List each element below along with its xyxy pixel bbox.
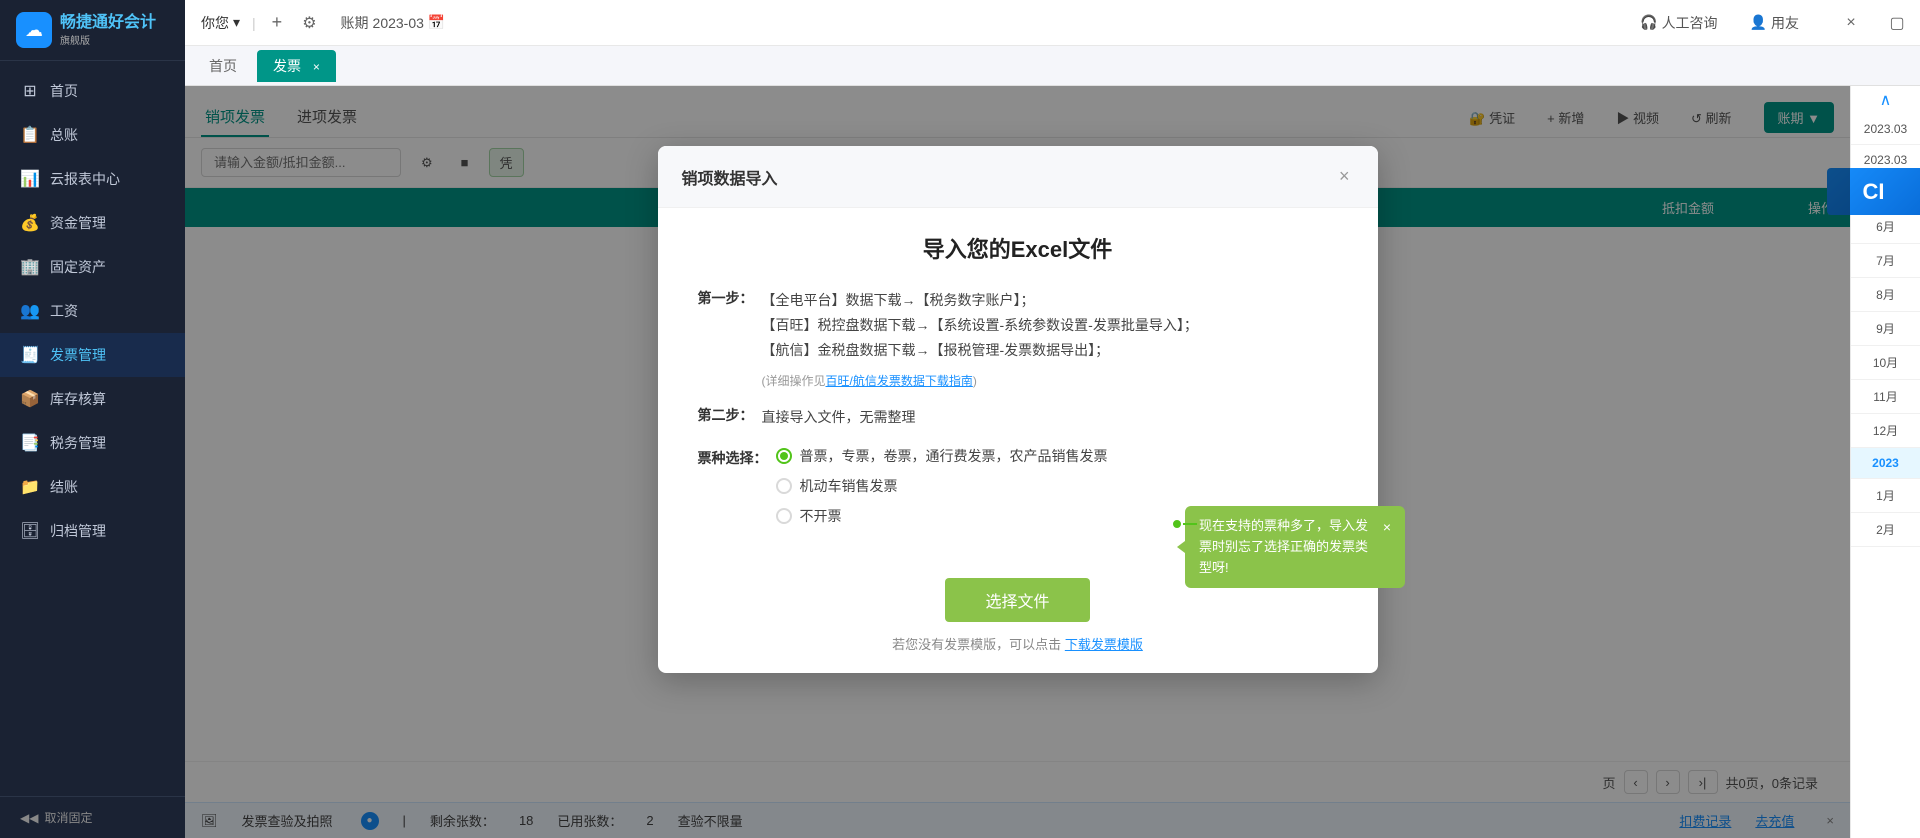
- radio-selected: [776, 448, 792, 464]
- sidebar-item-label: 税务管理: [50, 433, 106, 453]
- ticket-option-0[interactable]: 普票，专票，卷票，通行费发票，农产品销售发票: [776, 446, 1108, 466]
- assets-icon: 🏢: [20, 257, 40, 277]
- sidebar-nav: ⊞ 首页 📋 总账 📊 云报表中心 💰 资金管理 🏢 固定资产 👥 工资: [0, 61, 185, 796]
- tooltip-bubble: × 现在支持的票种多了，导入发票时别忘了选择正确的发票类型呀!: [1185, 506, 1405, 588]
- timeline-item-10[interactable]: 2023: [1851, 448, 1920, 479]
- closing-icon: 📁: [20, 477, 40, 497]
- sidebar-item-inventory[interactable]: 📦 库存核算: [0, 377, 185, 421]
- sidebar-item-invoice[interactable]: 🧾 发票管理: [0, 333, 185, 377]
- timeline-scroll-up[interactable]: ∧: [1851, 86, 1920, 114]
- tab-close-icon[interactable]: ×: [313, 60, 320, 74]
- timeline-item-4[interactable]: 7月: [1851, 244, 1920, 278]
- timeline-item-7[interactable]: 10月: [1851, 346, 1920, 380]
- sidebar-item-assets[interactable]: 🏢 固定资产: [0, 245, 185, 289]
- sidebar-item-closing[interactable]: 📁 结账: [0, 465, 185, 509]
- timeline-item-9[interactable]: 12月: [1851, 414, 1920, 448]
- sidebar-item-home[interactable]: ⊞ 首页: [0, 69, 185, 113]
- sidebar: ☁ 畅捷通好会计 旗舰版 ⊞ 首页 📋 总账 📊 云报表中心 💰 资金管理: [0, 0, 185, 838]
- inventory-icon: 📦: [20, 389, 40, 409]
- sidebar-item-label: 工资: [50, 301, 78, 321]
- modal-header: 销项数据导入 ×: [658, 146, 1378, 208]
- timeline-item-5[interactable]: 8月: [1851, 278, 1920, 312]
- modal-overlay: 销项数据导入 × 导入您的Excel文件 第一步： 【全电平台】数据下载→【税务…: [185, 86, 1850, 838]
- tax-icon: 📑: [20, 433, 40, 453]
- step1-label: 第一步：: [698, 288, 754, 308]
- download-template-link[interactable]: 下载发票模版: [1065, 637, 1143, 652]
- timeline-item-11[interactable]: 1月: [1851, 479, 1920, 513]
- tooltip-close-button[interactable]: ×: [1383, 516, 1391, 538]
- modal-main-title: 导入您的Excel文件: [698, 232, 1338, 264]
- ticket-options: 普票，专票，卷票，通行费发票，农产品销售发票 机动车销售发票 不开票: [776, 446, 1108, 526]
- step2-row: 第二步： 直接导入文件，无需整理: [698, 405, 1338, 430]
- radio-unselected-2: [776, 508, 792, 524]
- tabs-bar: 首页 发票 ×: [185, 46, 1920, 86]
- cloud-icon: 📊: [20, 169, 40, 189]
- sidebar-item-archive[interactable]: 🗄 归档管理: [0, 509, 185, 553]
- ticket-option-2[interactable]: 不开票: [776, 506, 1108, 526]
- tab-invoice[interactable]: 发票 ×: [257, 50, 336, 82]
- step1-row: 第一步： 【全电平台】数据下载→【税务数字账户】； 【百旺】税控盘数据下载→【系…: [698, 288, 1338, 393]
- sidebar-item-finance[interactable]: 💰 资金管理: [0, 201, 185, 245]
- top-bar: 你您 ▾ | + ⚙ 账期 2023-03 📅 🎧 人工咨询 👤 用友: [185, 0, 1920, 46]
- timeline-item-3[interactable]: 6月: [1851, 210, 1920, 244]
- logo-badge: 旗舰版: [60, 32, 156, 47]
- tooltip-line: [1183, 523, 1197, 525]
- step2-label: 第二步：: [698, 405, 754, 425]
- import-modal: 销项数据导入 × 导入您的Excel文件 第一步： 【全电平台】数据下载→【税务…: [658, 146, 1378, 673]
- main-area: 你您 ▾ | + ⚙ 账期 2023-03 📅 🎧 人工咨询 👤 用友: [185, 0, 1920, 838]
- ticket-label: 票种选择：: [698, 448, 768, 468]
- sidebar-item-ledger[interactable]: 📋 总账: [0, 113, 185, 157]
- sidebar-item-payroll[interactable]: 👥 工资: [0, 289, 185, 333]
- sidebar-item-label: 资金管理: [50, 213, 106, 233]
- sidebar-item-label: 首页: [50, 81, 78, 101]
- consult-button[interactable]: 🎧 人工咨询: [1640, 13, 1717, 33]
- archive-icon: 🗄: [20, 521, 40, 541]
- tooltip-dot: [1171, 518, 1183, 530]
- settings-button[interactable]: ⚙: [298, 9, 320, 37]
- ledger-icon: 📋: [20, 125, 40, 145]
- ticket-option-1[interactable]: 机动车销售发票: [776, 476, 1108, 496]
- home-icon: ⊞: [20, 81, 40, 101]
- sidebar-item-tax[interactable]: 📑 税务管理: [0, 421, 185, 465]
- payroll-icon: 👥: [20, 301, 40, 321]
- timeline-item-6[interactable]: 9月: [1851, 312, 1920, 346]
- sidebar-item-label: 总账: [50, 125, 78, 145]
- sidebar-item-cloud[interactable]: 📊 云报表中心: [0, 157, 185, 201]
- select-file-button[interactable]: 选择文件: [945, 578, 1089, 622]
- user-button[interactable]: 👤 用友: [1750, 13, 1799, 33]
- logo-icon: ☁: [16, 12, 52, 48]
- logo-text: 畅捷通好会计: [60, 13, 156, 32]
- tab-home[interactable]: 首页: [193, 50, 253, 82]
- guide-link[interactable]: 百旺/航信发票数据下载指南: [826, 374, 973, 388]
- invoice-icon: 🧾: [20, 345, 40, 365]
- modal-title: 销项数据导入: [682, 165, 778, 189]
- sidebar-item-label: 云报表中心: [50, 169, 120, 189]
- radio-unselected: [776, 478, 792, 494]
- window-maximize-btn[interactable]: ▢: [1874, 0, 1920, 46]
- timeline-item-0[interactable]: 2023.03: [1851, 114, 1920, 145]
- content-area: 销项发票 进项发票 🔐 凭证 + 新增 ▶ 视频 ↺ 刷新 账期 ▼: [185, 86, 1920, 838]
- timeline-item-12[interactable]: 2月: [1851, 513, 1920, 547]
- finance-icon: 💰: [20, 213, 40, 233]
- sidebar-item-label: 结账: [50, 477, 78, 497]
- window-close-btn[interactable]: ×: [1828, 0, 1874, 46]
- sidebar-item-label: 归档管理: [50, 521, 106, 541]
- template-hint: 若您没有发票模版，可以点击 下载发票模版: [682, 634, 1354, 653]
- sidebar-item-label: 发票管理: [50, 345, 106, 365]
- page-content: 销项发票 进项发票 🔐 凭证 + 新增 ▶ 视频 ↺ 刷新 账期 ▼: [185, 86, 1850, 838]
- period-display: 账期 2023-03 📅: [341, 13, 446, 33]
- modal-close-button[interactable]: ×: [1335, 162, 1354, 191]
- timeline-item-8[interactable]: 11月: [1851, 380, 1920, 414]
- step1-content: 【全电平台】数据下载→【税务数字账户】； 【百旺】税控盘数据下载→【系统设置-系…: [762, 288, 1198, 393]
- sidebar-footer[interactable]: ◀◀ 取消固定: [0, 796, 185, 838]
- sidebar-logo: ☁ 畅捷通好会计 旗舰版: [0, 0, 185, 61]
- sidebar-item-label: 库存核算: [50, 389, 106, 409]
- sidebar-item-label: 固定资产: [50, 257, 106, 277]
- company-selector[interactable]: 你您 ▾: [201, 13, 240, 33]
- add-button[interactable]: +: [268, 8, 287, 37]
- step2-content: 直接导入文件，无需整理: [762, 405, 916, 430]
- window-controls: × ▢: [1828, 0, 1920, 46]
- calendar-icon[interactable]: 📅: [428, 14, 445, 31]
